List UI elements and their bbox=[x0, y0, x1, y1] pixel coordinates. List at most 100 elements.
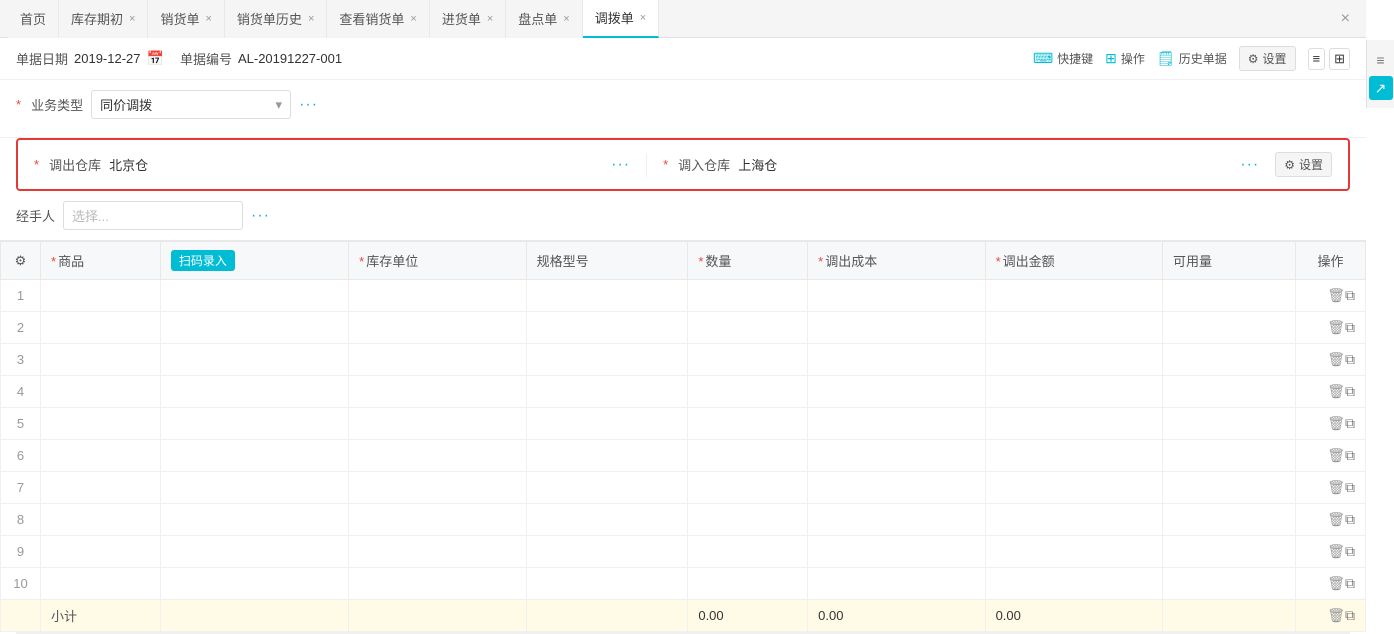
cell-spec[interactable] bbox=[526, 472, 688, 504]
tab-transfer[interactable]: 调拨单 × bbox=[583, 0, 659, 38]
warehouse-in-more-button[interactable]: ··· bbox=[1240, 156, 1259, 174]
tab-sales-order[interactable]: 销货单 × bbox=[148, 0, 224, 38]
cell-cost[interactable] bbox=[808, 568, 985, 600]
tab-purchase[interactable]: 进货单 × bbox=[430, 0, 506, 38]
copy-row-button[interactable]: ⧉ bbox=[1345, 447, 1355, 463]
cell-product[interactable] bbox=[41, 312, 161, 344]
delete-row-button[interactable]: 🗑 bbox=[1327, 319, 1345, 335]
cell-spec[interactable] bbox=[526, 312, 688, 344]
delete-row-button[interactable]: 🗑 bbox=[1327, 351, 1345, 367]
cell-qty[interactable] bbox=[688, 568, 808, 600]
tab-view-sales[interactable]: 查看销货单 × bbox=[327, 0, 429, 38]
cell-spec[interactable] bbox=[526, 376, 688, 408]
cell-cost[interactable] bbox=[808, 376, 985, 408]
cell-amount[interactable] bbox=[985, 344, 1162, 376]
copy-row-button[interactable]: ⧉ bbox=[1345, 383, 1355, 399]
cell-amount[interactable] bbox=[985, 568, 1162, 600]
tab-close-transfer[interactable]: × bbox=[640, 12, 646, 24]
tab-inventory-init[interactable]: 库存期初 × bbox=[59, 0, 148, 38]
tab-close-history[interactable]: × bbox=[308, 13, 314, 25]
cell-qty[interactable] bbox=[688, 344, 808, 376]
warehouse-out-more-button[interactable]: ··· bbox=[611, 156, 630, 174]
cell-cost[interactable] bbox=[808, 312, 985, 344]
cell-product[interactable] bbox=[41, 536, 161, 568]
calendar-icon[interactable]: 📅 bbox=[147, 50, 164, 67]
copy-row-button[interactable]: ⧉ bbox=[1345, 415, 1355, 431]
cell-amount[interactable] bbox=[985, 408, 1162, 440]
cell-amount[interactable] bbox=[985, 312, 1162, 344]
settings-button[interactable]: ⚙ 设置 bbox=[1239, 46, 1296, 71]
delete-row-button[interactable]: 🗑 bbox=[1327, 607, 1345, 623]
cell-cost[interactable] bbox=[808, 408, 985, 440]
cell-available[interactable] bbox=[1162, 536, 1295, 568]
cell-amount[interactable] bbox=[985, 280, 1162, 312]
scan-button[interactable]: 扫码录入 bbox=[171, 250, 235, 271]
copy-row-button[interactable]: ⧉ bbox=[1345, 607, 1355, 623]
cell-spec[interactable] bbox=[526, 600, 688, 632]
delete-row-button[interactable]: 🗑 bbox=[1327, 383, 1345, 399]
cell-qty[interactable] bbox=[688, 536, 808, 568]
copy-row-button[interactable]: ⧉ bbox=[1345, 351, 1355, 367]
tab-close-purchase[interactable]: × bbox=[487, 13, 493, 25]
business-type-select[interactable]: 同价调拨 ▾ bbox=[91, 90, 291, 119]
cell-spec[interactable] bbox=[526, 408, 688, 440]
operations-button[interactable]: ⊞ 操作 bbox=[1105, 50, 1145, 67]
person-more-button[interactable]: ··· bbox=[251, 207, 270, 225]
cell-cost[interactable] bbox=[808, 440, 985, 472]
delete-row-button[interactable]: 🗑 bbox=[1327, 415, 1345, 431]
warehouse-settings-button[interactable]: ⚙ 设置 bbox=[1275, 152, 1332, 177]
cell-unit[interactable] bbox=[349, 600, 526, 632]
cell-spec[interactable] bbox=[526, 536, 688, 568]
cell-product[interactable] bbox=[41, 344, 161, 376]
cell-amount[interactable] bbox=[985, 504, 1162, 536]
shortcuts-button[interactable]: ⌨ 快捷键 bbox=[1033, 50, 1093, 67]
copy-row-button[interactable]: ⧉ bbox=[1345, 287, 1355, 303]
cell-qty[interactable] bbox=[688, 472, 808, 504]
cell-qty[interactable] bbox=[688, 504, 808, 536]
layout-list-button[interactable]: ≡ bbox=[1308, 48, 1326, 70]
cell-spec[interactable] bbox=[526, 568, 688, 600]
cell-product[interactable] bbox=[41, 440, 161, 472]
cell-qty[interactable] bbox=[688, 440, 808, 472]
panel-list-icon[interactable]: ≡ bbox=[1369, 48, 1393, 72]
tab-close-stocktake[interactable]: × bbox=[563, 13, 569, 25]
cell-available[interactable] bbox=[1162, 600, 1295, 632]
window-close-button[interactable]: × bbox=[1333, 10, 1358, 28]
cell-available[interactable] bbox=[1162, 344, 1295, 376]
cell-unit[interactable] bbox=[349, 536, 526, 568]
cell-available[interactable] bbox=[1162, 568, 1295, 600]
delete-row-button[interactable]: 🗑 bbox=[1327, 479, 1345, 495]
col-settings[interactable]: ⚙ bbox=[1, 242, 41, 280]
cell-available[interactable] bbox=[1162, 472, 1295, 504]
cell-spec[interactable] bbox=[526, 504, 688, 536]
cell-available[interactable] bbox=[1162, 504, 1295, 536]
cell-unit[interactable] bbox=[349, 472, 526, 504]
cell-unit[interactable] bbox=[349, 408, 526, 440]
cell-unit[interactable] bbox=[349, 376, 526, 408]
copy-row-button[interactable]: ⧉ bbox=[1345, 575, 1355, 591]
copy-row-button[interactable]: ⧉ bbox=[1345, 479, 1355, 495]
cell-cost[interactable] bbox=[808, 280, 985, 312]
delete-row-button[interactable]: 🗑 bbox=[1327, 575, 1345, 591]
cell-product[interactable] bbox=[41, 376, 161, 408]
cell-qty[interactable] bbox=[688, 376, 808, 408]
cell-unit[interactable] bbox=[349, 568, 526, 600]
cell-cost[interactable] bbox=[808, 536, 985, 568]
layout-grid-button[interactable]: ⊞ bbox=[1329, 48, 1350, 70]
cell-amount[interactable] bbox=[985, 376, 1162, 408]
cell-qty[interactable] bbox=[688, 312, 808, 344]
copy-row-button[interactable]: ⧉ bbox=[1345, 511, 1355, 527]
cell-available[interactable] bbox=[1162, 376, 1295, 408]
delete-row-button[interactable]: 🗑 bbox=[1327, 447, 1345, 463]
cell-unit[interactable] bbox=[349, 280, 526, 312]
delete-row-button[interactable]: 🗑 bbox=[1327, 543, 1345, 559]
cell-unit[interactable] bbox=[349, 344, 526, 376]
cell-qty[interactable] bbox=[688, 280, 808, 312]
cell-product[interactable] bbox=[41, 472, 161, 504]
copy-row-button[interactable]: ⧉ bbox=[1345, 543, 1355, 559]
business-type-more-button[interactable]: ··· bbox=[299, 96, 318, 114]
cell-product[interactable] bbox=[41, 568, 161, 600]
person-select[interactable]: 选择... bbox=[63, 201, 243, 230]
tab-close-inventory[interactable]: × bbox=[129, 13, 135, 25]
cell-available[interactable] bbox=[1162, 440, 1295, 472]
